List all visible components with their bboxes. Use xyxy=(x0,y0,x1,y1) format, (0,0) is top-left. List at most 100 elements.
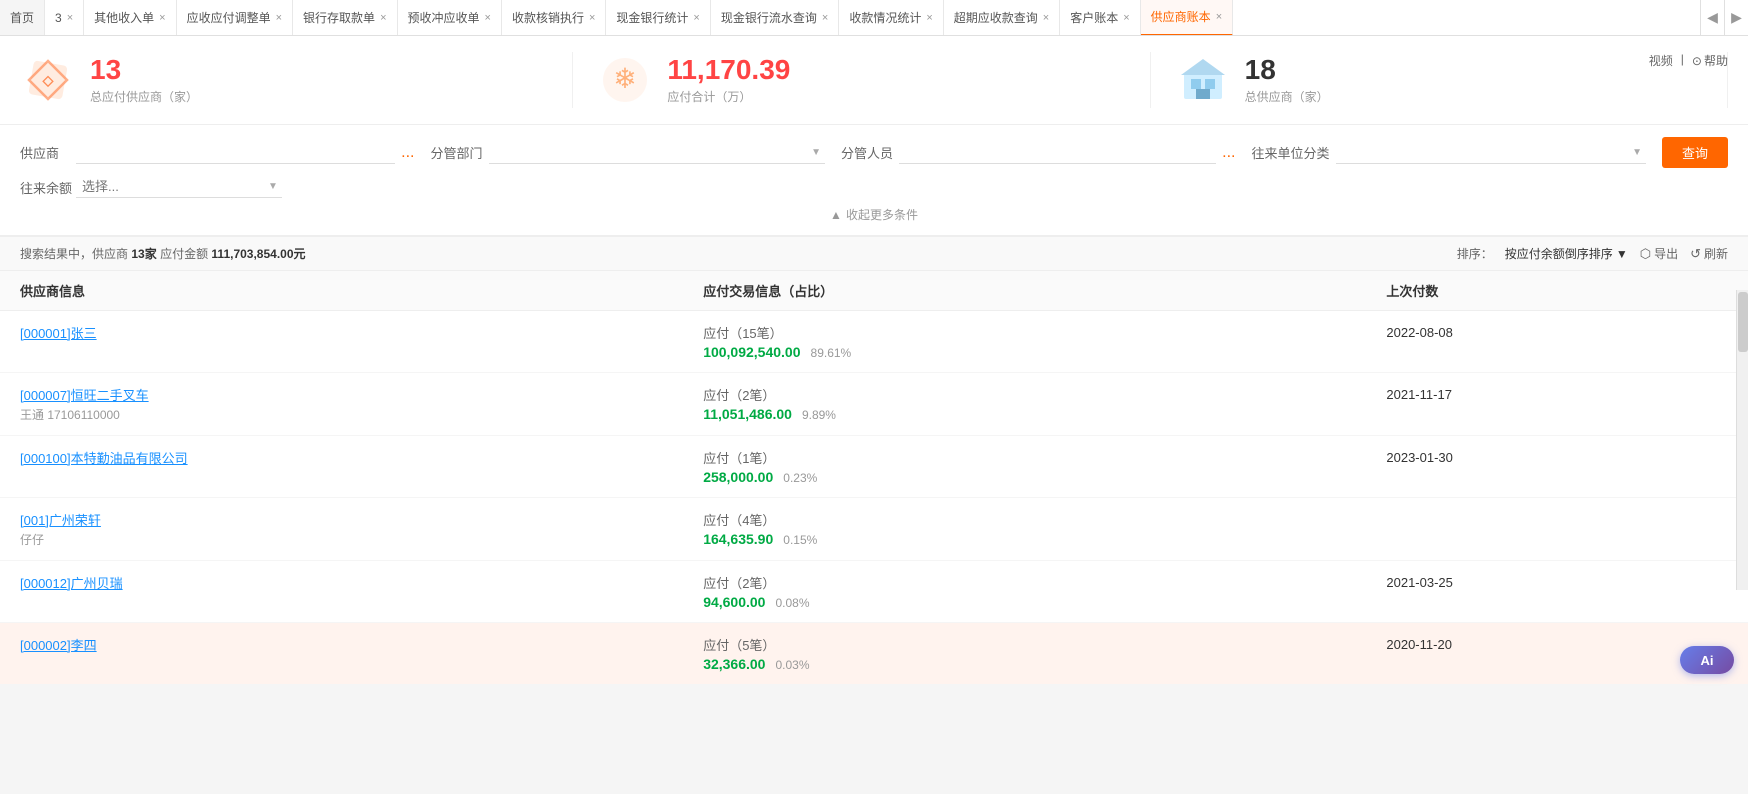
trade-percent-3: 0.15% xyxy=(783,533,817,547)
nav-tab-supplier-ledger-close[interactable]: × xyxy=(1216,11,1222,23)
right-scrollbar-thumb[interactable] xyxy=(1738,292,1748,352)
nav-tab-overdue[interactable]: 超期应收款查询 × xyxy=(944,0,1060,36)
top-navigation: 首页 3 × 其他收入单 × 应收应付调整单 × 银行存取款单 × 预收冲应收单… xyxy=(0,0,1748,36)
trade-label-2: 应付（1笔） xyxy=(703,448,1386,467)
filter-item-balance: 往来余额 ▼ xyxy=(20,176,280,198)
nav-tab-ar-adjust[interactable]: 应收应付调整单 × xyxy=(177,0,293,36)
nav-tab-receipt-stat-close[interactable]: × xyxy=(926,12,932,24)
category-input[interactable] xyxy=(1336,142,1629,163)
right-scrollbar[interactable] xyxy=(1736,290,1748,590)
refresh-button[interactable]: ↺ 刷新 xyxy=(1690,245,1728,262)
nav-tab-collection[interactable]: 收款核销执行 × xyxy=(502,0,606,36)
nav-prev-button[interactable]: ◀ xyxy=(1700,0,1724,36)
dept-select-wrapper: ▼ xyxy=(489,142,825,164)
export-button[interactable]: ⬡ 导出 xyxy=(1640,245,1678,262)
last-payment-col-2: 2023-01-30 xyxy=(1386,448,1728,465)
filter-item-category: 往来单位分类 ▼ xyxy=(1252,142,1647,164)
supplier-link-3[interactable]: [001]广州荣轩 xyxy=(20,510,703,529)
balance-input[interactable] xyxy=(76,176,264,197)
nav-tab-bank-deposit-close[interactable]: × xyxy=(380,12,386,24)
nav-tab-overdue-close[interactable]: × xyxy=(1043,12,1049,24)
nav-tab-other-income[interactable]: 其他收入单 × xyxy=(84,0,176,36)
dept-dropdown-arrow[interactable]: ▼ xyxy=(807,147,825,158)
person-dots[interactable]: ... xyxy=(1222,145,1235,161)
trade-percent-4: 0.08% xyxy=(775,596,809,610)
supplier-info-col-4: [000012]广州贝瑞 xyxy=(20,573,703,592)
trade-amount-3[interactable]: 164,635.90 xyxy=(703,531,773,547)
header-last-payment: 上次付数 xyxy=(1386,281,1728,300)
trade-amount-1[interactable]: 11,051,486.00 xyxy=(703,406,792,422)
table-row: [000007]恒旺二手叉车 王通 17106110000 应付（2笔） 11,… xyxy=(0,373,1748,436)
nav-tab-3[interactable]: 3 × xyxy=(45,0,84,36)
ai-button[interactable]: Ai xyxy=(1680,646,1734,674)
balance-dropdown-arrow[interactable]: ▼ xyxy=(264,181,282,192)
trade-amount-4[interactable]: 94,600.00 xyxy=(703,594,765,610)
nav-tab-other-income-close[interactable]: × xyxy=(159,12,165,24)
filter-area: 供应商 ... 分管部门 ▼ 分管人员 ... 往来单位分类 ▼ 查询 xyxy=(0,125,1748,236)
nav-tab-bank-deposit-label: 银行存取款单 xyxy=(303,9,375,26)
category-dropdown-arrow[interactable]: ▼ xyxy=(1628,147,1646,158)
trade-percent-5: 0.03% xyxy=(775,658,809,672)
store-icon xyxy=(1175,52,1231,108)
nav-tab-cash-flow[interactable]: 现金银行流水查询 × xyxy=(711,0,839,36)
total-suppliers-label: 总供应商（家） xyxy=(1245,88,1329,105)
nav-tab-collection-close[interactable]: × xyxy=(589,12,595,24)
supplier-link-5[interactable]: [000002]李四 xyxy=(20,635,703,654)
refresh-label: 刷新 xyxy=(1704,245,1728,262)
nav-tab-receipt-stat[interactable]: 收款情况统计 × xyxy=(839,0,943,36)
supplier-link-1[interactable]: [000007]恒旺二手叉车 xyxy=(20,385,703,404)
summary-card-payable-amount: ❄ 11,170.39 应付合计（万） xyxy=(573,52,1150,108)
last-payment-col-1: 2021-11-17 xyxy=(1386,385,1728,402)
nav-tab-3-close[interactable]: × xyxy=(67,12,73,24)
summary-area: ◇ 13 总应付供应商（家） ❄ 11,170.39 应付合计（万） xyxy=(0,36,1748,125)
trade-amount-0[interactable]: 100,092,540.00 xyxy=(703,344,800,360)
top-right-links: 视频 | ⊙帮助 xyxy=(1649,52,1728,69)
trade-label-1: 应付（2笔） xyxy=(703,385,1386,404)
supplier-input[interactable] xyxy=(76,142,395,164)
nav-tab-prepay-close[interactable]: × xyxy=(485,12,491,24)
query-button[interactable]: 查询 xyxy=(1662,137,1728,168)
table-row: [000012]广州贝瑞 应付（2笔） 94,600.00 0.08% 2021… xyxy=(0,561,1748,623)
trade-amount-2[interactable]: 258,000.00 xyxy=(703,469,773,485)
nav-tab-cash-stat[interactable]: 现金银行统计 × xyxy=(606,0,710,36)
nav-tab-ar-adjust-close[interactable]: × xyxy=(276,12,282,24)
trade-info-col-4: 应付（2笔） 94,600.00 0.08% xyxy=(703,573,1386,610)
nav-tab-cash-flow-close[interactable]: × xyxy=(822,12,828,24)
trade-amount-5[interactable]: 32,366.00 xyxy=(703,656,765,672)
supplier-dots[interactable]: ... xyxy=(401,145,414,161)
help-link[interactable]: ⊙帮助 xyxy=(1692,52,1728,69)
supplier-link-4[interactable]: [000012]广州贝瑞 xyxy=(20,573,703,592)
nav-tab-customer-ledger[interactable]: 客户账本 × xyxy=(1060,0,1140,36)
collapse-button[interactable]: ▲ 收起更多条件 xyxy=(20,206,1728,223)
nav-tab-customer-ledger-label: 客户账本 xyxy=(1070,9,1118,26)
balance-label: 往来余额 xyxy=(20,178,70,197)
person-input[interactable] xyxy=(899,142,1216,164)
nav-next-button[interactable]: ▶ xyxy=(1724,0,1748,36)
table-row: [000002]李四 应付（5笔） 32,366.00 0.03% 2020-1… xyxy=(0,623,1748,685)
dept-input[interactable] xyxy=(489,142,808,163)
nav-tab-customer-ledger-close[interactable]: × xyxy=(1123,12,1129,24)
nav-tab-prepay[interactable]: 预收冲应收单 × xyxy=(398,0,502,36)
nav-tab-supplier-ledger[interactable]: 供应商账本 × xyxy=(1141,0,1233,36)
collapse-label: 收起更多条件 xyxy=(846,206,918,223)
trade-label-0: 应付（15笔） xyxy=(703,323,1386,342)
svg-text:❄: ❄ xyxy=(614,63,637,94)
nav-tab-home[interactable]: 首页 xyxy=(0,0,45,36)
payable-amount-value: 11,170.39 xyxy=(667,56,790,84)
refresh-icon: ↺ xyxy=(1690,246,1701,262)
nav-tab-other-income-label: 其他收入单 xyxy=(94,9,154,26)
nav-tab-cash-stat-close[interactable]: × xyxy=(693,12,699,24)
sort-select[interactable]: 按应付余额倒序排序 ▼ xyxy=(1505,245,1628,262)
nav-tab-bank-deposit[interactable]: 银行存取款单 × xyxy=(293,0,397,36)
payable-amount-label: 应付合计（万） xyxy=(667,88,790,105)
trade-info-col-1: 应付（2笔） 11,051,486.00 9.89% xyxy=(703,385,1386,422)
supplier-info-col-2: [000100]本特勤油品有限公司 xyxy=(20,448,703,467)
table-area: 供应商信息 应付交易信息（占比） 上次付数 [000001]张三 应付（15笔）… xyxy=(0,271,1748,685)
supplier-info-col-5: [000002]李四 xyxy=(20,635,703,654)
supplier-link-0[interactable]: [000001]张三 xyxy=(20,323,703,342)
sort-label: 排序： xyxy=(1457,245,1493,262)
sort-value: 按应付余额倒序排序 xyxy=(1505,245,1613,262)
video-link[interactable]: 视频 xyxy=(1649,52,1673,69)
supplier-link-2[interactable]: [000100]本特勤油品有限公司 xyxy=(20,448,703,467)
amount-prefix: 应付金额 xyxy=(160,247,208,261)
